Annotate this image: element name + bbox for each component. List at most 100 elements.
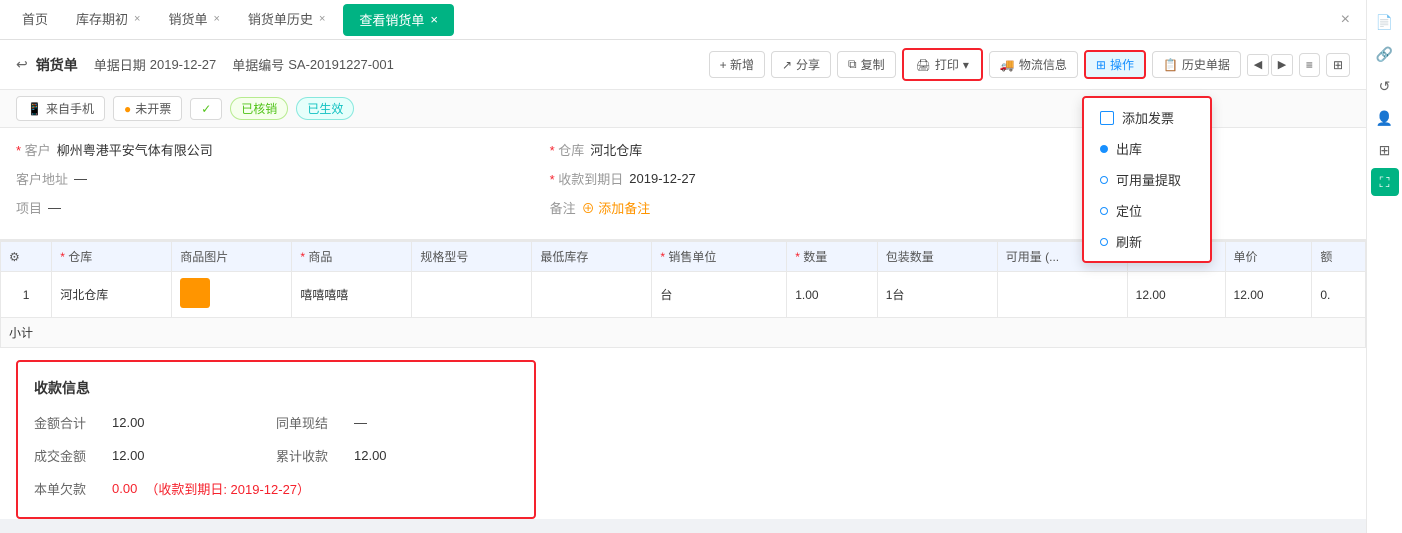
overdue-value: 0.00 <box>112 481 137 496</box>
add-note-button[interactable]: ⊕ 添加备注 <box>582 198 651 217</box>
locate-label: 定位 <box>1116 201 1142 220</box>
refresh-label: 刷新 <box>1116 232 1142 251</box>
available-qty-item[interactable]: 可用量提取 <box>1084 164 1210 195</box>
sidebar-expand-icon[interactable]: ⛶ <box>1371 168 1399 196</box>
history-label: 历史单据 <box>1182 56 1230 73</box>
from-phone-button[interactable]: 📱 来自手机 <box>16 96 105 121</box>
sidebar-user-icon[interactable]: 👤 <box>1371 104 1399 132</box>
not-open-label: 未开票 <box>135 100 171 117</box>
cumulative-label: 累计收款 <box>276 446 346 465</box>
history-button[interactable]: 📋 历史单据 <box>1152 51 1241 78</box>
th-unit-price: 单价 <box>1225 242 1312 272</box>
sidebar-doc-icon[interactable]: 📄 <box>1371 8 1399 36</box>
project-value: — <box>48 200 61 215</box>
add-invoice-item[interactable]: 添加发票 <box>1084 102 1210 133</box>
transaction-label: 成交金额 <box>34 446 104 465</box>
print-button[interactable]: 🖨 打印 ▾ <box>906 52 979 77</box>
list-view-button[interactable]: ≡ <box>1299 53 1320 77</box>
overdue-note: （收款到期日: 2019-12-27） <box>145 479 310 498</box>
print-label: 打印 <box>935 56 959 73</box>
cumulative-value: 12.00 <box>354 448 387 463</box>
prev-button[interactable]: ◀ <box>1247 54 1269 76</box>
grid-view-button[interactable]: ⊞ <box>1326 53 1350 77</box>
tab-sales[interactable]: 销货单 × <box>154 0 233 40</box>
row-product: 嘻嘻嘻嘻 <box>292 272 412 318</box>
doc-number-label: 单据编号 SA-20191227-001 <box>232 55 394 74</box>
project-field: 项目 — <box>16 198 283 217</box>
warehouse-label: 仓库 <box>550 140 585 159</box>
phone-icon: 📱 <box>27 102 42 116</box>
share-label: 分享 <box>796 56 820 73</box>
from-phone-label: 来自手机 <box>46 100 94 117</box>
project-label: 项目 <box>16 198 42 217</box>
logistics-icon: 🚚 <box>1000 58 1015 72</box>
tab-inventory-close[interactable]: × <box>134 13 140 25</box>
available-qty-icon <box>1100 176 1108 184</box>
new-button[interactable]: + 新增 <box>709 51 765 78</box>
not-open-button[interactable]: ● 未开票 <box>113 96 182 121</box>
row-seq: 1 <box>1 272 52 318</box>
check-button[interactable]: ✓ <box>190 98 222 120</box>
th-amount: 额 <box>1312 242 1366 272</box>
outbound-item[interactable]: 出库 <box>1084 133 1210 164</box>
transaction-value: 12.00 <box>112 448 145 463</box>
note-field: 备注 ⊕ 添加备注 <box>550 198 817 217</box>
tab-sales-history[interactable]: 销货单历史 × <box>234 0 339 40</box>
row-spec <box>412 272 532 318</box>
check-icon: ✓ <box>201 102 211 116</box>
row-qty: 1.00 <box>787 272 878 318</box>
tab-sales-history-label: 销货单历史 <box>248 9 313 28</box>
row-pack-qty: 1台 <box>877 272 997 318</box>
right-sidebar: 📄 🔗 ↺ 👤 ⊞ ⛶ <box>1366 0 1402 533</box>
due-date-field: 收款到期日 2019-12-27 <box>550 169 817 188</box>
sidebar-refresh-icon[interactable]: ↺ <box>1371 72 1399 100</box>
new-label: + 新增 <box>720 56 754 73</box>
payment-section: 收款信息 金额合计 12.00 同单现结 — 成交金额 12.00 <box>16 360 536 519</box>
share-icon: ↗ <box>782 58 792 72</box>
share-button[interactable]: ↗ 分享 <box>771 51 831 78</box>
payment-title: 收款信息 <box>34 378 518 398</box>
th-qty: 数量 <box>787 242 878 272</box>
print-icon: 🖨 <box>916 58 931 72</box>
print-dropdown-icon: ▾ <box>963 58 969 72</box>
next-button[interactable]: ▶ <box>1271 54 1293 76</box>
tab-sales-history-close[interactable]: × <box>319 13 325 25</box>
total-amount-row: 金额合计 12.00 <box>34 410 276 435</box>
tab-home[interactable]: 首页 <box>8 0 62 40</box>
th-warehouse: 仓库 <box>52 242 172 272</box>
row-amount: 0. <box>1312 272 1366 318</box>
tab-view-sales-close[interactable]: × <box>430 12 438 27</box>
dropdown-menu: 添加发票 出库 可用量提取 定位 刷新 <box>1084 102 1210 257</box>
refresh-item[interactable]: 刷新 <box>1084 226 1210 257</box>
row-unit-price: 12.00 <box>1225 272 1312 318</box>
customer-value: 柳州粤港平安气体有限公司 <box>57 140 213 159</box>
th-spec: 规格型号 <box>412 242 532 272</box>
logistics-button[interactable]: 🚚 物流信息 <box>989 51 1078 78</box>
total-amount-value: 12.00 <box>112 415 145 430</box>
doc-meta: 单据日期 2019-12-27 单据编号 SA-20191227-001 <box>94 55 394 74</box>
window-close-button[interactable]: × <box>1333 11 1358 29</box>
locate-item[interactable]: 定位 <box>1084 195 1210 226</box>
transaction-row: 成交金额 12.00 <box>34 443 276 468</box>
sidebar-table-icon[interactable]: ⊞ <box>1371 136 1399 164</box>
doc-title-area: ↩ 销货单 <box>16 55 78 75</box>
th-pack-qty: 包装数量 <box>877 242 997 272</box>
same-order-label: 同单现结 <box>276 413 346 432</box>
product-thumbnail <box>180 278 210 308</box>
copy-label: 复制 <box>861 56 885 73</box>
locate-icon <box>1100 207 1108 215</box>
total-amount-label: 金额合计 <box>34 413 104 432</box>
tab-view-sales[interactable]: 查看销货单 × <box>343 4 454 36</box>
doc-type-icon: ↩ <box>16 56 28 73</box>
tab-inventory[interactable]: 库存期初 × <box>62 0 154 40</box>
operations-label: 操作 <box>1110 56 1134 73</box>
tab-inventory-label: 库存期初 <box>76 9 128 28</box>
doc-date-label: 单据日期 2019-12-27 <box>94 55 217 74</box>
sidebar-link-icon[interactable]: 🔗 <box>1371 40 1399 68</box>
customer-field: 客户 柳州粤港平安气体有限公司 <box>16 140 283 159</box>
add-invoice-icon <box>1100 111 1114 125</box>
operations-button[interactable]: ⊞ 操作 <box>1084 50 1146 79</box>
tab-bar: 首页 库存期初 × 销货单 × 销货单历史 × 查看销货单 × × <box>0 0 1366 40</box>
copy-button[interactable]: ⧉ 复制 <box>837 51 896 78</box>
tab-sales-close[interactable]: × <box>213 13 219 25</box>
